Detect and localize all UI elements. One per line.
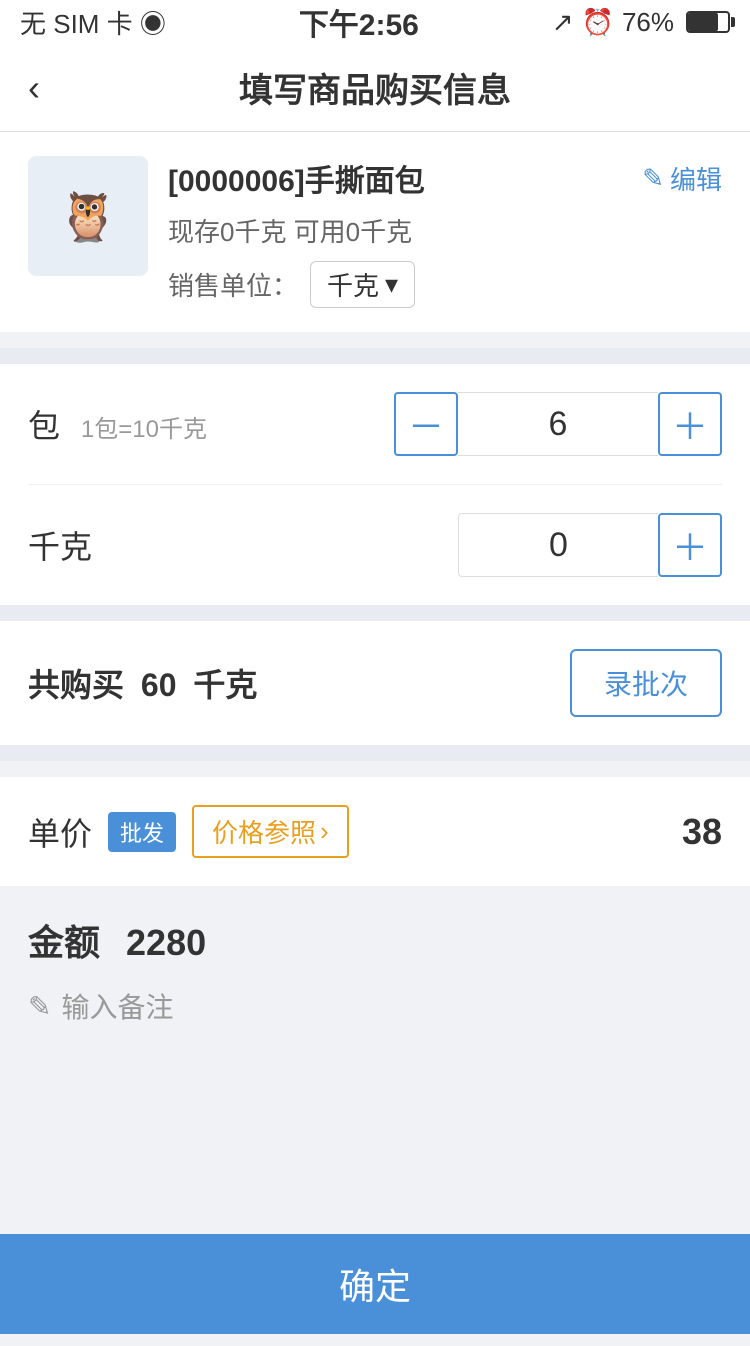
qty-increase-bao[interactable]: ＋ (658, 392, 722, 456)
product-logo-icon: 🦉 (58, 188, 118, 245)
qty-label-kg: 千克 (28, 522, 92, 568)
total-unit: 千克 (193, 667, 257, 703)
product-image: 🦉 (28, 156, 148, 276)
total-label: 共购买 60 千克 (28, 660, 257, 706)
product-info: [0000006]手撕面包 现存0千克 可用0千克 销售单位： 千克 ▾ (168, 156, 722, 308)
quantity-row-bao: 包 1包=10千克 － ＋ (28, 364, 722, 485)
section-divider-2 (0, 605, 750, 621)
unit-value: 千克 (327, 266, 379, 303)
battery-percent: 76% (622, 7, 674, 38)
edit-button[interactable]: ✎ 编辑 (642, 160, 722, 197)
qty-controls-bao: － ＋ (394, 392, 722, 456)
product-stock: 现存0千克 可用0千克 (168, 212, 722, 249)
total-amount: 60 (141, 667, 177, 703)
status-left: 无 SIM 卡 ◉ (20, 4, 166, 41)
unit-select[interactable]: 千克 ▾ (310, 261, 415, 308)
qty-label-bao: 包 1包=10千克 (28, 401, 207, 447)
sim-label: 无 SIM 卡 ◉ (20, 4, 166, 41)
qty-decrease-bao[interactable]: － (394, 392, 458, 456)
nav-bar: ‹ 填写商品购买信息 (0, 44, 750, 132)
qty-input-kg[interactable] (458, 513, 658, 577)
quantity-row-kg: 千克 ＋ (28, 485, 722, 605)
edit-icon: ✎ (642, 163, 664, 194)
note-icon: ✎ (28, 990, 51, 1023)
confirm-button[interactable]: 确定 (0, 1234, 750, 1334)
total-section: 共购买 60 千克 录批次 (0, 621, 750, 745)
total-prefix: 共购买 (28, 667, 124, 703)
price-label: 单价 (28, 809, 92, 855)
back-button[interactable]: ‹ (28, 67, 40, 109)
product-unit-row: 销售单位： 千克 ▾ (168, 261, 722, 308)
qty-sublabel-bao: 1包=10千克 (81, 416, 207, 443)
status-right: ↗ ⏰ 76% (552, 7, 730, 38)
unit-dropdown-icon: ▾ (385, 269, 398, 300)
amount-row: 金额 2280 (28, 914, 722, 966)
qty-input-bao[interactable] (458, 392, 658, 456)
location-icon: ↗ (552, 7, 574, 38)
record-batch-button[interactable]: 录批次 (570, 649, 722, 717)
qty-controls-kg: ＋ (458, 513, 722, 577)
amount-section: 金额 2280 ✎ 输入备注 (0, 886, 750, 1046)
note-placeholder: 输入备注 (61, 986, 173, 1026)
price-value: 38 (682, 811, 722, 853)
unit-label: 销售单位： (168, 266, 298, 303)
edit-label: 编辑 (670, 160, 722, 197)
quantity-section: 包 1包=10千克 － ＋ 千克 ＋ (0, 364, 750, 605)
battery-icon (686, 11, 730, 33)
status-bar: 无 SIM 卡 ◉ 下午2:56 ↗ ⏰ 76% (0, 0, 750, 44)
price-section: 单价 批发 价格参照 › 38 (0, 777, 750, 886)
page-title: 填写商品购买信息 (239, 63, 511, 112)
note-row[interactable]: ✎ 输入备注 (28, 986, 722, 1026)
alarm-icon: ⏰ (582, 7, 614, 38)
price-ref-label: 价格参照 (212, 813, 316, 850)
amount-value: 2280 (126, 922, 206, 963)
product-card: 🦉 [0000006]手撕面包 现存0千克 可用0千克 销售单位： 千克 ▾ ✎… (0, 132, 750, 332)
section-divider-3 (0, 745, 750, 761)
product-name: [0000006]手撕面包 (168, 156, 722, 200)
amount-label: 金额 (28, 922, 100, 963)
price-ref-arrow: › (320, 816, 329, 847)
status-time: 下午2:56 (299, 0, 419, 44)
qty-increase-kg[interactable]: ＋ (658, 513, 722, 577)
section-divider-1 (0, 348, 750, 364)
price-badge: 批发 (108, 812, 176, 852)
price-left: 单价 批发 价格参照 › (28, 805, 349, 858)
price-ref-button[interactable]: 价格参照 › (192, 805, 349, 858)
